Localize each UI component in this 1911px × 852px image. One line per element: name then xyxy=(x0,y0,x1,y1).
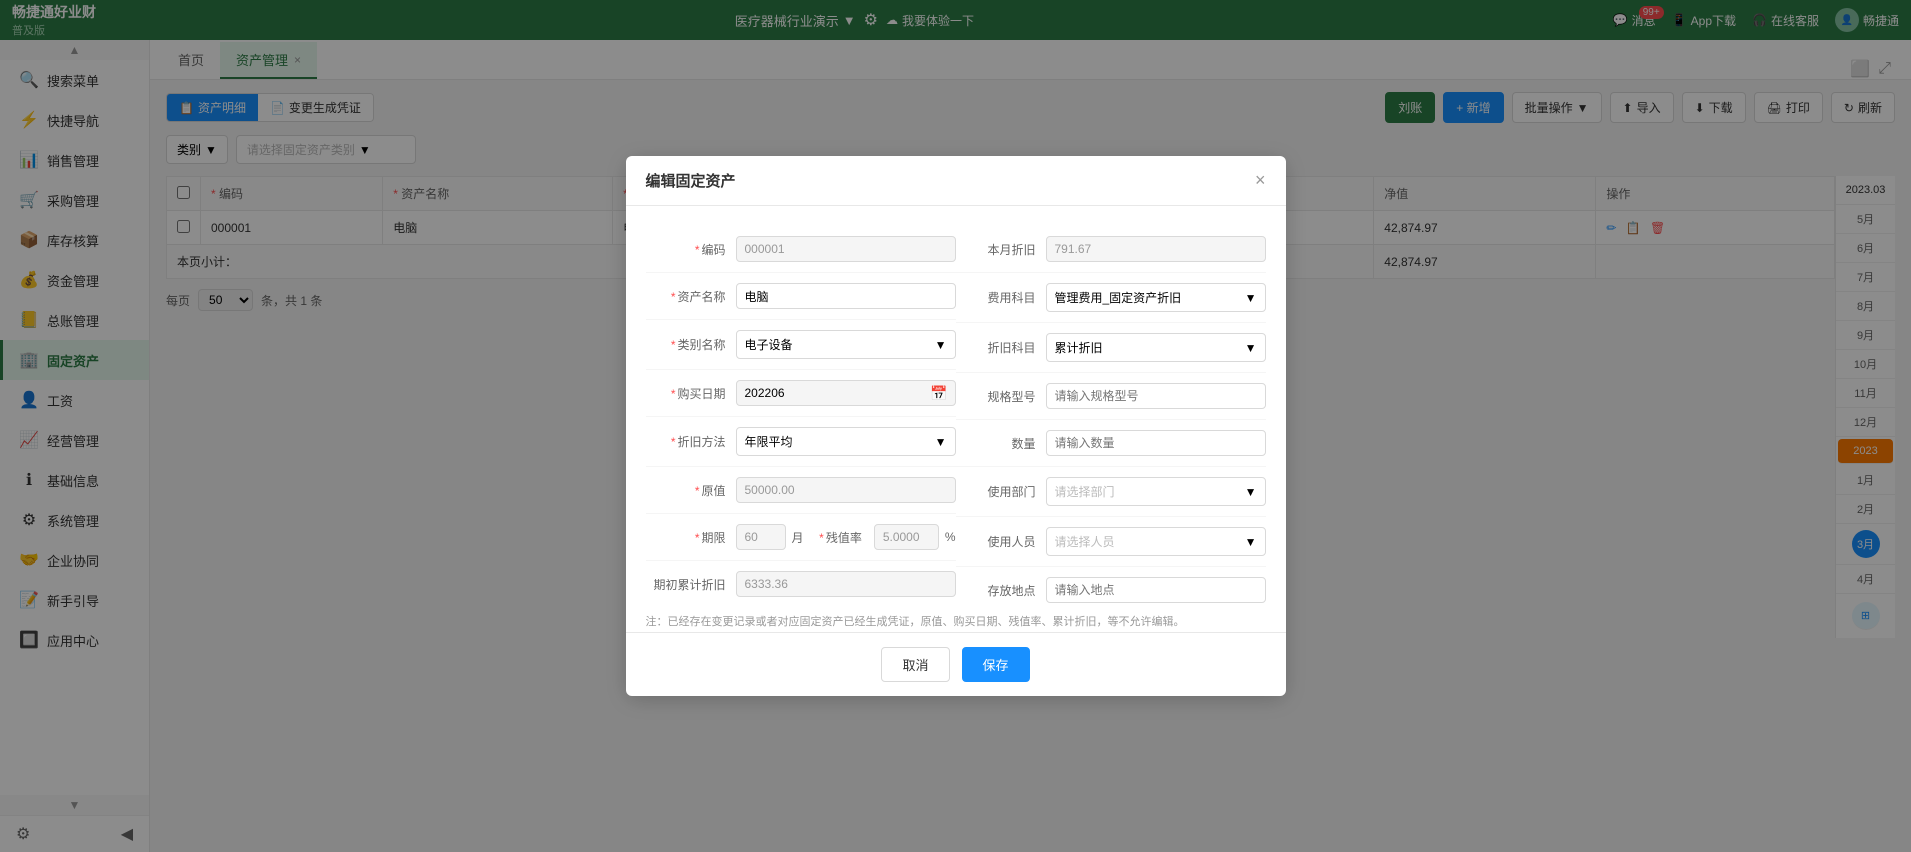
modal-footer: 取消 保存 xyxy=(626,632,1286,696)
asset-name-input[interactable] xyxy=(736,283,956,309)
depr-method-label: *折旧方法 xyxy=(646,433,736,450)
quantity-label: 数量 xyxy=(956,435,1046,452)
modal-overlay: 编辑固定资产 × *编码 *资 xyxy=(0,0,1911,852)
form-row-code: *编码 xyxy=(646,226,956,273)
form-row-monthly-depr: 本月折旧 xyxy=(956,226,1266,273)
form-row-dept: 使用部门 请选择部门 ▼ xyxy=(956,467,1266,517)
form-row-user: 使用人员 请选择人员 ▼ xyxy=(956,517,1266,567)
residual-rate-unit: % xyxy=(945,530,956,544)
user-select[interactable]: 请选择人员 ▼ xyxy=(1046,527,1266,556)
location-input[interactable] xyxy=(1046,577,1266,603)
form-row-quantity: 数量 xyxy=(956,420,1266,467)
chevron-down-icon: ▼ xyxy=(1245,535,1257,549)
chevron-down-icon: ▼ xyxy=(1245,291,1257,305)
accum-depr-input[interactable] xyxy=(736,571,956,597)
dept-label: 使用部门 xyxy=(956,483,1046,500)
original-value-label: *原值 xyxy=(646,482,736,499)
chevron-down-icon: ▼ xyxy=(1245,341,1257,355)
modal-note: 注：已经存在变更记录或者对应固定资产已经生成凭证，原值、购买日期、残值率、累计折… xyxy=(626,606,1286,632)
form-row-spec: 规格型号 xyxy=(956,373,1266,420)
residual-rate-input[interactable] xyxy=(874,524,939,550)
code-label: *编码 xyxy=(646,241,736,258)
monthly-depr-input[interactable] xyxy=(1046,236,1266,262)
form-row-asset-name: *资产名称 xyxy=(646,273,956,320)
accum-depr-label: 期初累计折旧 xyxy=(646,576,736,593)
cancel-button[interactable]: 取消 xyxy=(881,647,949,682)
chevron-down-icon: ▼ xyxy=(1245,485,1257,499)
form-row-accum-depr: 期初累计折旧 xyxy=(646,561,956,606)
depr-method-select[interactable]: 年限平均 ▼ xyxy=(736,427,956,456)
calendar-icon[interactable]: 📅 xyxy=(930,385,947,402)
category-label: *类别名称 xyxy=(646,336,736,353)
expense-subject-label: 费用科目 xyxy=(956,289,1046,306)
purchase-date-label: *购买日期 xyxy=(646,385,736,402)
quantity-input[interactable] xyxy=(1046,430,1266,456)
purchase-date-wrapper: 📅 xyxy=(736,380,956,406)
asset-name-label: *资产名称 xyxy=(646,288,736,305)
period-input[interactable] xyxy=(736,524,786,550)
form-col-right: 本月折旧 费用科目 管理费用_固定资产折旧 ▼ xyxy=(956,226,1266,606)
period-label: *期限 xyxy=(646,529,736,546)
spec-label: 规格型号 xyxy=(956,388,1046,405)
edit-asset-modal: 编辑固定资产 × *编码 *资 xyxy=(626,156,1286,696)
modal-header: 编辑固定资产 × xyxy=(626,156,1286,206)
code-input[interactable] xyxy=(736,236,956,262)
form-row-expense-subject: 费用科目 管理费用_固定资产折旧 ▼ xyxy=(956,273,1266,323)
save-button[interactable]: 保存 xyxy=(962,647,1030,682)
form-row-depr-method: *折旧方法 年限平均 ▼ xyxy=(646,417,956,467)
form-row-original-value: *原值 xyxy=(646,467,956,514)
form-row-period: *期限 月 *残值率 % xyxy=(646,514,956,561)
form-row-category: *类别名称 电子设备 ▼ xyxy=(646,320,956,370)
category-select[interactable]: 电子设备 ▼ xyxy=(736,330,956,359)
modal-close-button[interactable]: × xyxy=(1255,170,1266,191)
spec-input[interactable] xyxy=(1046,383,1266,409)
form-grid: *编码 *资产名称 *类别名称 xyxy=(646,226,1266,606)
user-label: 使用人员 xyxy=(956,533,1046,550)
depr-subject-select[interactable]: 累计折旧 ▼ xyxy=(1046,333,1266,362)
dept-select[interactable]: 请选择部门 ▼ xyxy=(1046,477,1266,506)
purchase-date-input[interactable] xyxy=(736,380,956,406)
form-row-depr-subject: 折旧科目 累计折旧 ▼ xyxy=(956,323,1266,373)
form-row-purchase-date: *购买日期 📅 xyxy=(646,370,956,417)
chevron-down-icon: ▼ xyxy=(935,338,947,352)
original-value-input[interactable] xyxy=(736,477,956,503)
location-label: 存放地点 xyxy=(956,582,1046,599)
modal-body: *编码 *资产名称 *类别名称 xyxy=(626,206,1286,606)
residual-rate-label: *残值率 xyxy=(819,529,868,546)
expense-subject-select[interactable]: 管理费用_固定资产折旧 ▼ xyxy=(1046,283,1266,312)
depr-subject-label: 折旧科目 xyxy=(956,339,1046,356)
period-unit: 月 xyxy=(792,529,804,546)
period-inline: 月 *残值率 % xyxy=(736,524,956,550)
chevron-down-icon: ▼ xyxy=(935,435,947,449)
form-col-left: *编码 *资产名称 *类别名称 xyxy=(646,226,956,606)
monthly-depr-label: 本月折旧 xyxy=(956,241,1046,258)
modal-title: 编辑固定资产 xyxy=(646,170,736,191)
form-row-location: 存放地点 xyxy=(956,567,1266,606)
